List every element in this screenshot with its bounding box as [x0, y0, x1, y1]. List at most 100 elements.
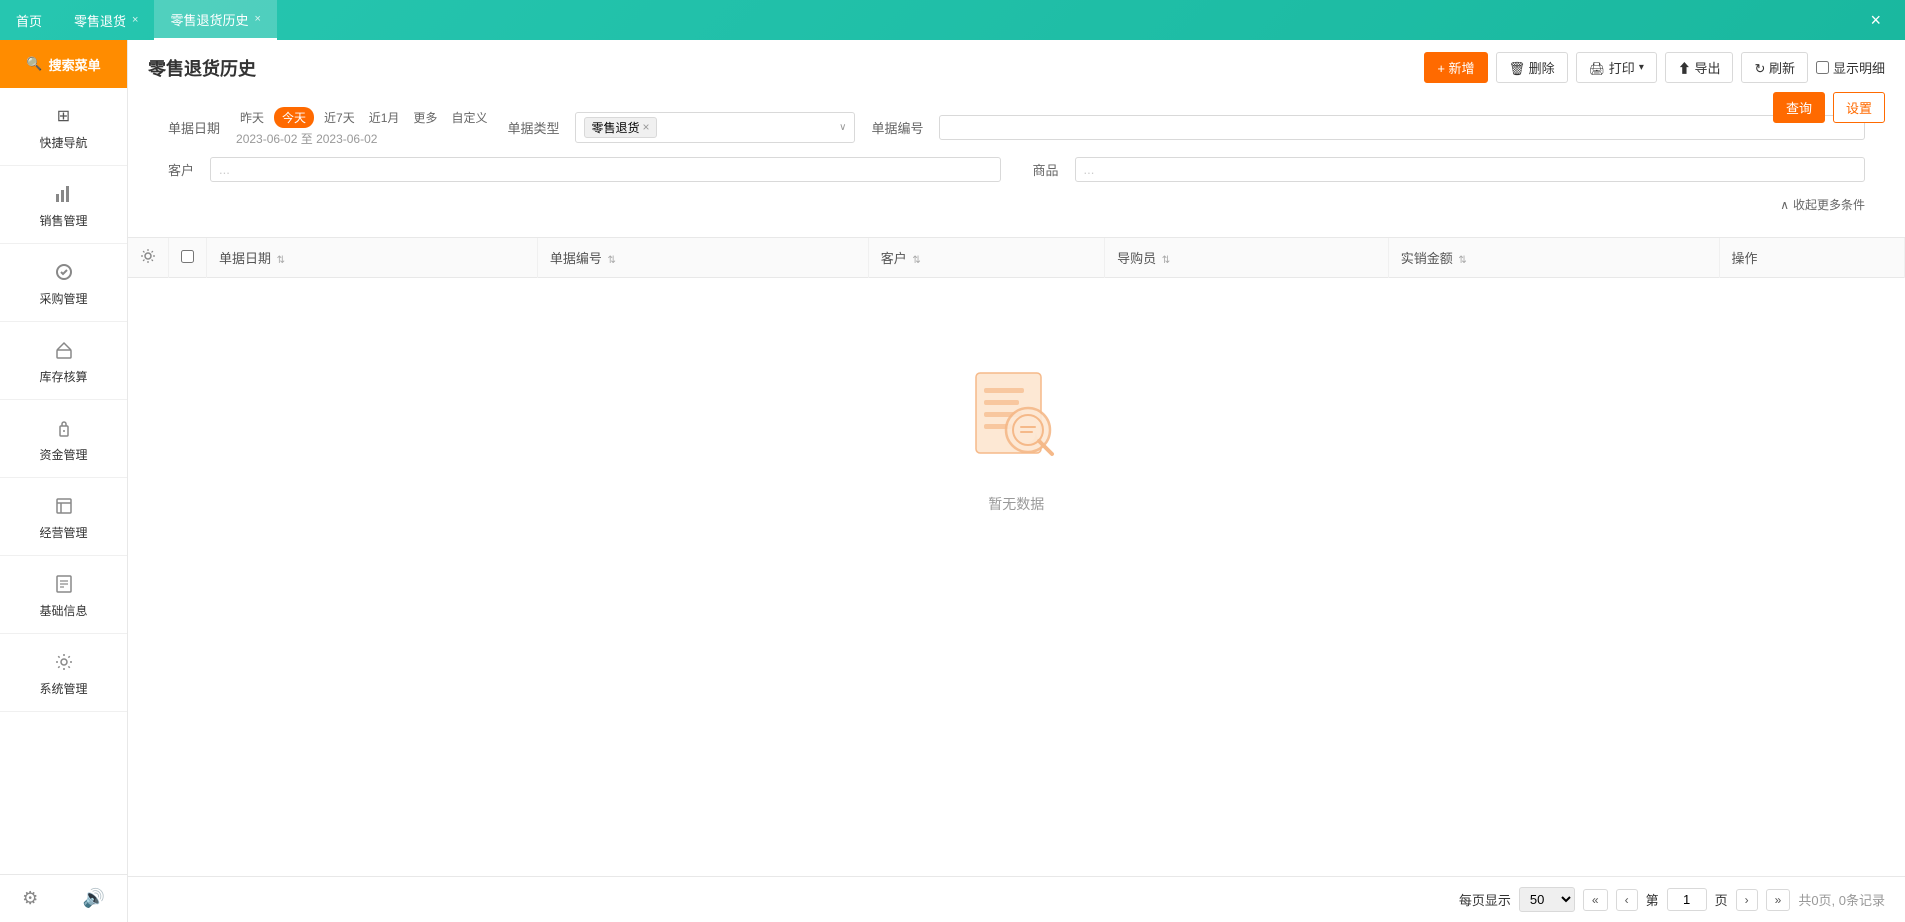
export-button[interactable]: ⬆ 导出: [1665, 52, 1734, 83]
sidebar-item-system-label: 系统管理: [39, 680, 87, 697]
tab-home[interactable]: 首页: [0, 0, 58, 40]
goods-placeholder: ...: [1084, 162, 1095, 177]
sidebar-settings-button[interactable]: ⚙: [22, 888, 38, 909]
system-icon: [50, 648, 78, 676]
sidebar-item-finance[interactable]: 资金管理: [0, 400, 127, 478]
customer-dropdown[interactable]: ...: [210, 157, 1000, 182]
tab-retail-return-history-close[interactable]: ×: [254, 13, 260, 25]
print-button-label: 🖨 打印: [1589, 58, 1635, 77]
next-page-button[interactable]: ›: [1736, 889, 1758, 911]
date-option-more[interactable]: 更多: [409, 107, 441, 128]
date-option-yesterday[interactable]: 昨天: [236, 107, 268, 128]
top-bar-right: ×: [1862, 10, 1905, 31]
sidebar-item-basic-info-label: 基础信息: [39, 602, 87, 619]
goods-filter-label: 商品: [1033, 160, 1059, 179]
prev-page-button[interactable]: ‹: [1616, 889, 1638, 911]
purchase-icon: [50, 258, 78, 286]
sidebar-item-operations[interactable]: 经营管理: [0, 478, 127, 556]
date-option-last7[interactable]: 近7天: [320, 107, 359, 128]
customer-sort-icon: ⇅: [912, 255, 920, 266]
sidebar-nav: ⊞ 快捷导航 销售管理 采购管理 库存核算: [0, 88, 127, 874]
operations-icon: [50, 492, 78, 520]
th-checkbox[interactable]: [169, 238, 207, 278]
th-guide[interactable]: 导购员 ⇅: [1105, 238, 1389, 278]
docno-sort-icon: ⇅: [608, 255, 616, 266]
settings-button[interactable]: 设置: [1833, 92, 1885, 123]
collapse-button[interactable]: ∧ 收起更多条件: [1780, 192, 1865, 221]
date-option-custom[interactable]: 自定义: [447, 107, 491, 128]
sidebar-item-basic-info[interactable]: 基础信息: [0, 556, 127, 634]
content-area: 零售退货历史 + 新增 🗑 删除 🖨 打印 ▾ ⬆ 导出: [128, 40, 1905, 922]
th-docno-label: 单据编号: [550, 251, 602, 266]
guide-sort-icon: ⇅: [1162, 255, 1170, 266]
th-settings[interactable]: [128, 238, 169, 278]
sidebar-item-inventory[interactable]: 库存核算: [0, 322, 127, 400]
settings-button-label: 设置: [1846, 98, 1872, 117]
sidebar-item-system[interactable]: 系统管理: [0, 634, 127, 712]
tab-retail-return-label: 零售退货: [74, 11, 126, 30]
date-option-today[interactable]: 今天: [274, 107, 314, 128]
date-option-last1month[interactable]: 近1月: [365, 107, 404, 128]
page-label-after: 页: [1715, 890, 1728, 909]
page-title: 零售退货历史: [148, 55, 256, 81]
basic-info-icon: [50, 570, 78, 598]
refresh-button[interactable]: ↻ 刷新: [1741, 52, 1808, 83]
data-table: 单据日期 ⇅ 单据编号 ⇅ 客户 ⇅ 导购员 ⇅: [128, 238, 1905, 594]
select-all-checkbox[interactable]: [181, 250, 194, 263]
window-close-button[interactable]: ×: [1862, 10, 1889, 31]
show-detail-checkbox[interactable]: 显示明细: [1816, 58, 1885, 77]
first-page-button[interactable]: «: [1583, 889, 1608, 911]
th-amount[interactable]: 实销金额 ⇅: [1388, 238, 1719, 278]
delete-button[interactable]: 🗑 删除: [1496, 52, 1568, 83]
top-bar: 首页 零售退货 × 零售退货历史 × ×: [0, 0, 1905, 40]
tab-retail-return-close[interactable]: ×: [132, 14, 138, 26]
doc-type-dropdown[interactable]: 零售退货 × ∨: [575, 112, 855, 143]
th-customer-label: 客户: [881, 251, 907, 266]
toolbar: + 新增 🗑 删除 🖨 打印 ▾ ⬆ 导出 ↻ 刷新: [1424, 52, 1885, 83]
search-icon: 🔍: [26, 56, 42, 72]
th-customer[interactable]: 客户 ⇅: [868, 238, 1104, 278]
sidebar-item-purchase[interactable]: 采购管理: [0, 244, 127, 322]
sidebar-item-quick-nav[interactable]: ⊞ 快捷导航: [0, 88, 127, 166]
page-total: 共0页, 0条记录: [1798, 890, 1885, 909]
sidebar-bottom: ⚙ 🔊: [0, 874, 127, 922]
empty-state: 暂无数据: [128, 278, 1905, 594]
tab-home-label: 首页: [16, 11, 42, 30]
doc-no-input[interactable]: [939, 115, 1865, 140]
page-size-select[interactable]: 10 20 50 100: [1519, 887, 1575, 912]
page-title-row: 零售退货历史 + 新增 🗑 删除 🖨 打印 ▾ ⬆ 导出: [148, 52, 1885, 83]
query-settings-btns: 查询 设置: [1773, 92, 1885, 123]
page-number-input[interactable]: [1667, 888, 1707, 911]
add-button[interactable]: + 新增: [1424, 52, 1487, 83]
main-layout: 🔍 搜索菜单 ⊞ 快捷导航 销售管理 采购管理: [0, 40, 1905, 922]
th-docno[interactable]: 单据编号 ⇅: [537, 238, 868, 278]
query-button[interactable]: 查询: [1773, 92, 1825, 123]
tab-retail-return-history[interactable]: 零售退货历史 ×: [154, 0, 276, 40]
doc-type-label: 单据类型: [507, 118, 559, 137]
date-range-display: 2023-06-02 至 2023-06-02: [236, 130, 491, 147]
doc-no-label: 单据编号: [871, 118, 923, 137]
sidebar-item-sales[interactable]: 销售管理: [0, 166, 127, 244]
tab-retail-return[interactable]: 零售退货 ×: [58, 0, 154, 40]
quick-nav-icon: ⊞: [50, 102, 78, 130]
pagination-bar: 每页显示 10 20 50 100 « ‹ 第 页 › » 共0页, 0条记录: [128, 876, 1905, 922]
empty-text: 暂无数据: [988, 494, 1044, 514]
table-body: 暂无数据: [128, 278, 1905, 595]
collapse-label: 收起更多条件: [1793, 196, 1865, 213]
sidebar: 🔍 搜索菜单 ⊞ 快捷导航 销售管理 采购管理: [0, 40, 128, 922]
show-detail-input[interactable]: [1816, 61, 1829, 74]
date-options-row: 昨天 今天 近7天 近1月 更多 自定义: [236, 107, 491, 128]
sales-icon: [50, 180, 78, 208]
th-date[interactable]: 单据日期 ⇅: [207, 238, 538, 278]
th-guide-label: 导购员: [1117, 251, 1156, 266]
last-page-button[interactable]: »: [1766, 889, 1791, 911]
add-button-label: + 新增: [1437, 58, 1474, 77]
sidebar-item-quick-nav-label: 快捷导航: [39, 134, 87, 151]
sidebar-search[interactable]: 🔍 搜索菜单: [0, 40, 127, 88]
sidebar-sound-button[interactable]: 🔊: [82, 888, 104, 909]
page-header: 零售退货历史 + 新增 🗑 删除 🖨 打印 ▾ ⬆ 导出: [128, 40, 1905, 238]
doc-type-tag-close[interactable]: ×: [642, 120, 649, 134]
print-button[interactable]: 🖨 打印 ▾: [1576, 52, 1657, 83]
th-action-label: 操作: [1732, 251, 1758, 266]
goods-dropdown[interactable]: ...: [1075, 157, 1865, 182]
